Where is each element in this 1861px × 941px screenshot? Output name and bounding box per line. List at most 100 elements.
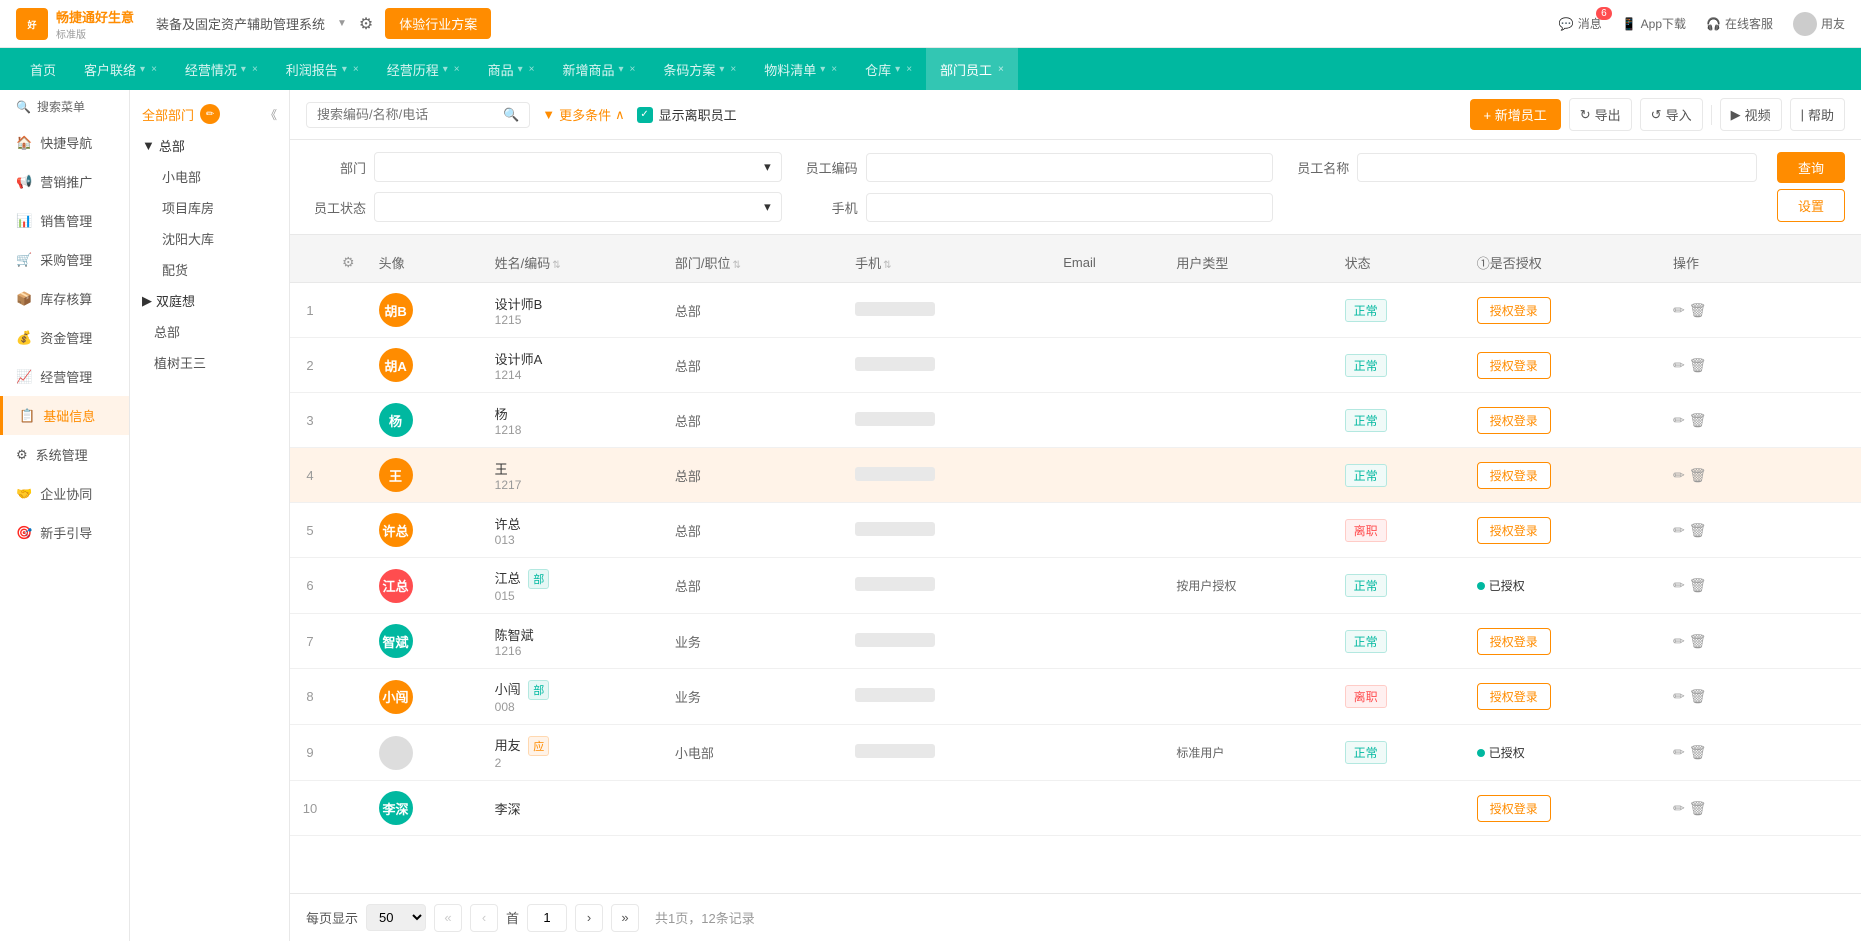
- delete-btn[interactable]: 🗑: [1689, 577, 1707, 593]
- edit-btn[interactable]: ✏: [1673, 522, 1685, 538]
- edit-btn[interactable]: ✏: [1673, 577, 1685, 593]
- tree-item-project-room[interactable]: 项目库房: [138, 192, 289, 223]
- next-page-btn[interactable]: ›: [575, 904, 603, 932]
- auth-login-btn[interactable]: 授权登录: [1477, 795, 1551, 822]
- tree-item-plant-king[interactable]: 植树王三: [130, 347, 289, 378]
- edit-btn[interactable]: ✏: [1673, 800, 1685, 816]
- sidebar-item-guide[interactable]: 🎯 新手引导: [0, 513, 129, 552]
- auth-login-btn[interactable]: 授权登录: [1477, 407, 1551, 434]
- sidebar-search-area[interactable]: 🔍 搜索菜单: [0, 90, 129, 123]
- delete-btn[interactable]: 🗑: [1689, 467, 1707, 483]
- delete-btn[interactable]: 🗑: [1689, 800, 1707, 816]
- per-page-select[interactable]: 50 100 200: [366, 904, 426, 931]
- message-icon: 💬: [1559, 17, 1574, 31]
- sidebar-item-business[interactable]: 📈 经营管理: [0, 357, 129, 396]
- tab-bom[interactable]: 物料清单▾×: [750, 48, 851, 90]
- view-btn[interactable]: ▶ 视频: [1720, 98, 1782, 131]
- dept-collapse-btn[interactable]: 《: [265, 106, 277, 123]
- tab-dept-staff[interactable]: 部门员工×: [926, 48, 1018, 90]
- dept-header-title[interactable]: 全部部门: [142, 105, 194, 124]
- sidebar-item-marketing[interactable]: 📢 营销推广: [0, 162, 129, 201]
- sidebar-item-sales[interactable]: 📊 销售管理: [0, 201, 129, 240]
- sales-icon: 📊: [16, 213, 32, 229]
- show-resigned-checkbox[interactable]: ✓: [637, 107, 653, 123]
- sidebar-item-quick-nav[interactable]: 🏠 快捷导航: [0, 123, 129, 162]
- app-download-btn[interactable]: 📱 App下载: [1622, 15, 1686, 32]
- delete-btn[interactable]: 🗑: [1689, 357, 1707, 373]
- tab-barcode[interactable]: 条码方案▾×: [649, 48, 750, 90]
- import-btn[interactable]: ↺ 导入: [1640, 98, 1703, 131]
- tree-group-head[interactable]: ▼ 总部: [130, 130, 289, 161]
- tab-business-situation[interactable]: 经营情况▾×: [171, 48, 272, 90]
- edit-btn[interactable]: ✏: [1673, 688, 1685, 704]
- tree-item-distribution[interactable]: 配货: [138, 254, 289, 285]
- online-service-btn[interactable]: 🎧 在线客服: [1706, 15, 1773, 32]
- add-employee-btn[interactable]: + 新增员工: [1470, 99, 1561, 130]
- tab-add-goods[interactable]: 新增商品▾×: [548, 48, 649, 90]
- delete-btn[interactable]: 🗑: [1689, 412, 1707, 428]
- export-btn[interactable]: ↻ 导出: [1569, 98, 1632, 131]
- tab-profit-report[interactable]: 利润报告▾×: [272, 48, 373, 90]
- edit-btn[interactable]: ✏: [1673, 412, 1685, 428]
- emp-status-select[interactable]: ▾: [374, 192, 782, 222]
- help-btn[interactable]: | 帮助: [1790, 98, 1845, 131]
- auth-login-btn[interactable]: 授权登录: [1477, 297, 1551, 324]
- last-page-btn[interactable]: »: [611, 904, 639, 932]
- cell-auth: 授权登录: [1465, 338, 1661, 393]
- page-number-input[interactable]: [527, 904, 567, 932]
- delete-btn[interactable]: 🗑: [1689, 688, 1707, 704]
- tab-business-history[interactable]: 经营历程▾×: [373, 48, 474, 90]
- tab-goods[interactable]: 商品▾×: [474, 48, 549, 90]
- user-menu[interactable]: 用友: [1793, 12, 1845, 36]
- tree-item-head[interactable]: 总部: [130, 316, 289, 347]
- show-resigned-toggle[interactable]: ✓ 显示离职员工: [637, 105, 737, 124]
- message-btn[interactable]: 💬 消息 6: [1559, 15, 1602, 32]
- delete-btn[interactable]: 🗑: [1689, 302, 1707, 318]
- th-name-code[interactable]: 姓名/编码⇅: [483, 243, 663, 283]
- tree-item-shenyang[interactable]: 沈阳大库: [138, 223, 289, 254]
- more-filter-btn[interactable]: ▼ 更多条件 ∧: [542, 105, 624, 124]
- dept-select[interactable]: ▾: [374, 152, 782, 182]
- dept-edit-btn[interactable]: ✏: [200, 104, 220, 124]
- tab-warehouse[interactable]: 仓库▾×: [851, 48, 926, 90]
- edit-btn[interactable]: ✏: [1673, 744, 1685, 760]
- basic-info-icon: 📋: [19, 408, 35, 424]
- sidebar-item-corp[interactable]: 🤝 企业协同: [0, 474, 129, 513]
- delete-btn[interactable]: 🗑: [1689, 744, 1707, 760]
- auth-login-btn[interactable]: 授权登录: [1477, 683, 1551, 710]
- query-btn[interactable]: 查询: [1777, 152, 1845, 183]
- title-dropdown[interactable]: ▼: [337, 18, 347, 29]
- sidebar-item-basic-info[interactable]: 📋 基础信息: [0, 396, 129, 435]
- phone-input[interactable]: [866, 193, 1274, 222]
- auth-login-btn[interactable]: 授权登录: [1477, 352, 1551, 379]
- experience-btn[interactable]: 体验行业方案: [385, 8, 491, 39]
- tab-home[interactable]: 首页: [16, 48, 70, 90]
- gear-icon[interactable]: ⚙: [359, 14, 373, 34]
- tree-item-small-elec[interactable]: 小电部: [138, 161, 289, 192]
- tree-group-double[interactable]: ▶ 双庭想: [130, 285, 289, 316]
- sidebar-item-purchase[interactable]: 🛒 采购管理: [0, 240, 129, 279]
- auth-login-btn[interactable]: 授权登录: [1477, 462, 1551, 489]
- search-input[interactable]: [317, 107, 497, 122]
- th-dept-position[interactable]: 部门/职位⇅: [663, 243, 843, 283]
- edit-btn[interactable]: ✏: [1673, 357, 1685, 373]
- set-btn[interactable]: 设置: [1777, 189, 1845, 222]
- edit-btn[interactable]: ✏: [1673, 633, 1685, 649]
- emp-name-input[interactable]: [1357, 153, 1757, 182]
- search-btn-icon[interactable]: 🔍: [503, 107, 519, 123]
- sidebar-item-inventory[interactable]: 📦 库存核算: [0, 279, 129, 318]
- delete-btn[interactable]: 🗑: [1689, 633, 1707, 649]
- emp-code-input[interactable]: [866, 153, 1274, 182]
- tab-customer[interactable]: 客户联络▾×: [70, 48, 171, 90]
- edit-btn[interactable]: ✏: [1673, 467, 1685, 483]
- delete-btn[interactable]: 🗑: [1689, 522, 1707, 538]
- auth-login-btn[interactable]: 授权登录: [1477, 517, 1551, 544]
- first-page-btn[interactable]: «: [434, 904, 462, 932]
- auth-login-btn[interactable]: 授权登录: [1477, 628, 1551, 655]
- th-phone[interactable]: 手机⇅: [843, 243, 1051, 283]
- th-settings[interactable]: ⚙: [330, 243, 367, 283]
- sidebar-item-capital[interactable]: 💰 资金管理: [0, 318, 129, 357]
- edit-btn[interactable]: ✏: [1673, 302, 1685, 318]
- sidebar-item-system[interactable]: ⚙ 系统管理: [0, 435, 129, 474]
- prev-page-btn[interactable]: ‹: [470, 904, 498, 932]
